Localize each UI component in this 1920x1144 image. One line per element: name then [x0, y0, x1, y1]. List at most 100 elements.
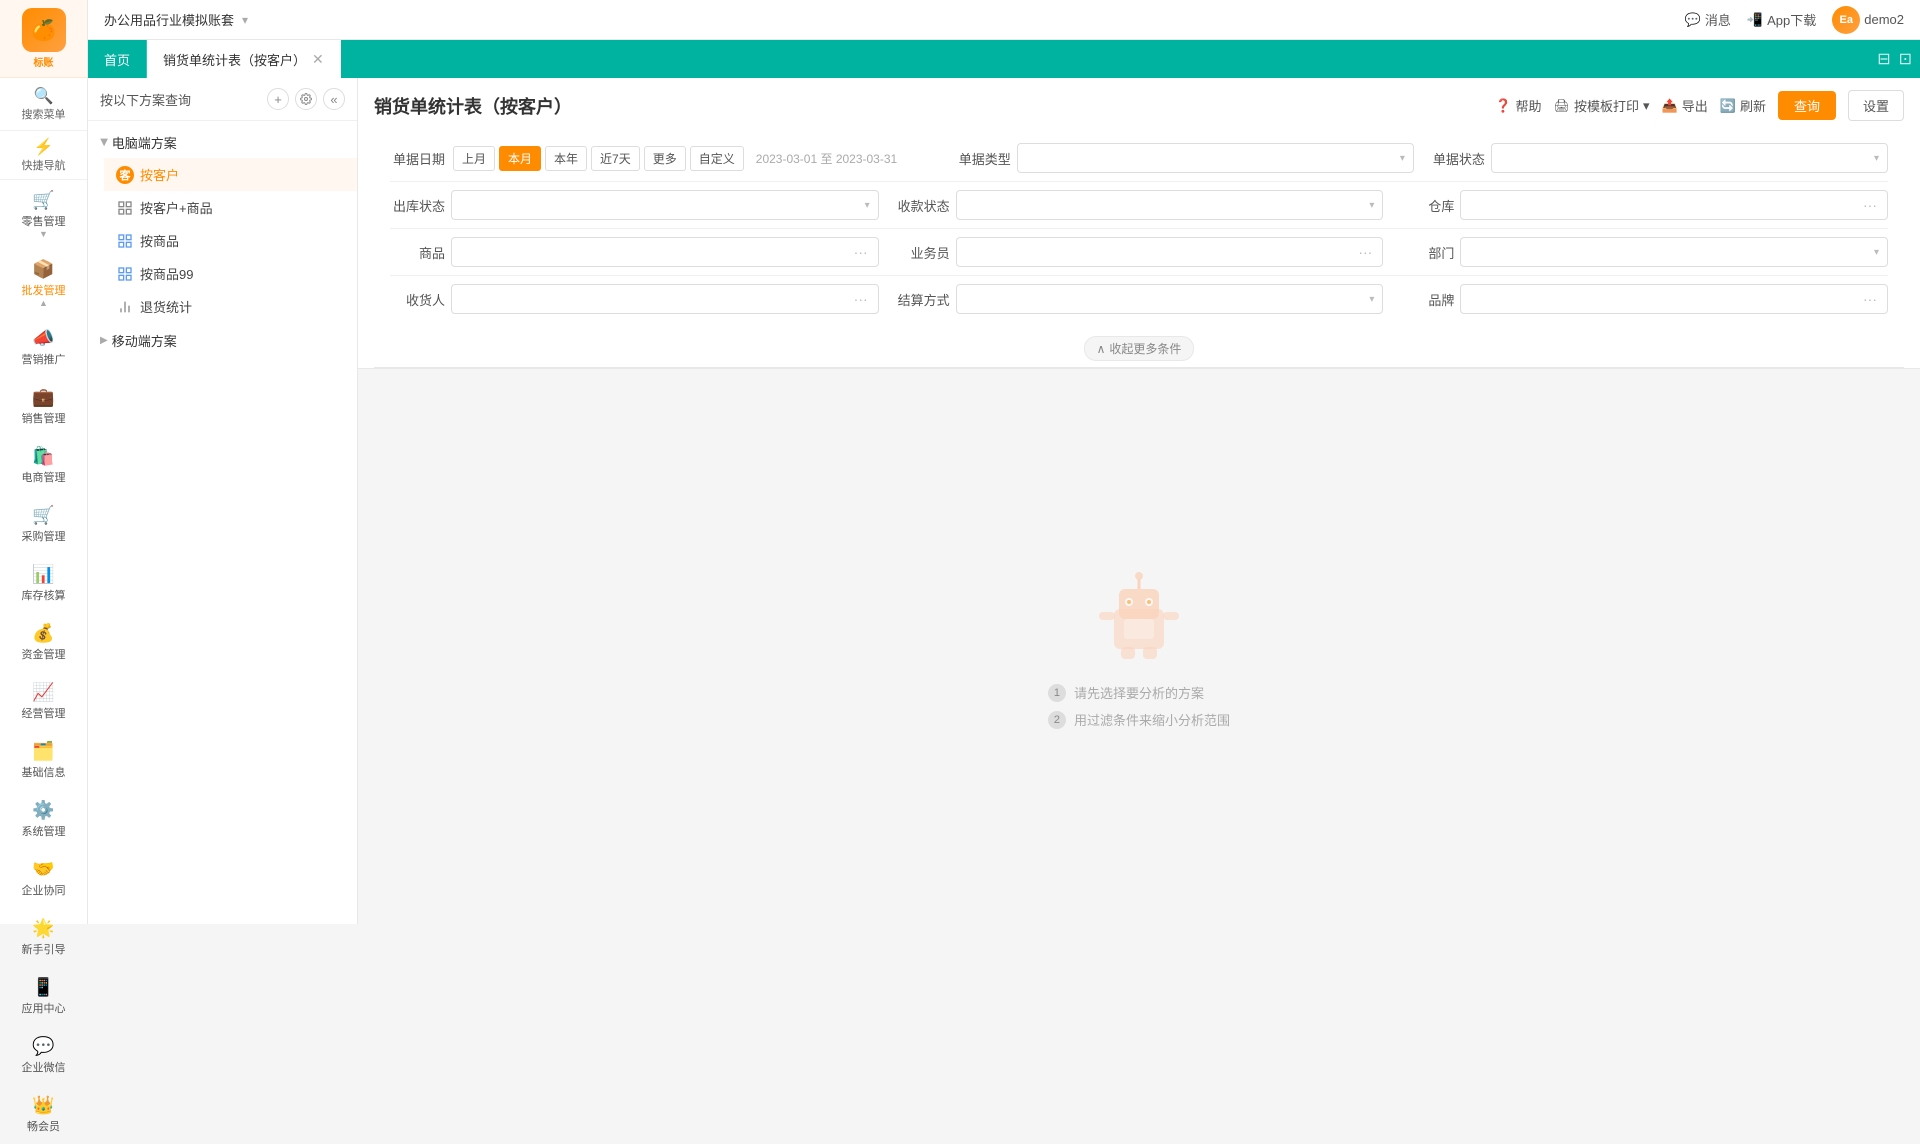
sidebar-item-wechat[interactable]: 💬 企业微信	[0, 1026, 87, 1085]
department-select[interactable]: ▾	[1460, 237, 1888, 267]
scheme-by-customer[interactable]: 客 按客户	[104, 158, 357, 191]
sidebar-item-purchase[interactable]: 🛒 采购管理	[0, 495, 87, 554]
brand-input[interactable]: ···	[1460, 284, 1888, 314]
sidebar-search[interactable]: 🔍 搜索菜单	[0, 78, 87, 131]
add-scheme-btn[interactable]: +	[267, 88, 289, 110]
consignee-input[interactable]: ···	[451, 284, 879, 314]
empty-steps: 1 请先选择要分析的方案 2 用过滤条件来缩小分析范围	[1048, 683, 1230, 729]
scheme-by-product99[interactable]: 按商品99	[104, 257, 357, 290]
header-left: 办公用品行业模拟账套 ▾	[104, 10, 248, 29]
left-panel-header: 按以下方案查询 + «	[88, 78, 357, 121]
last7-btn[interactable]: 近7天	[591, 146, 640, 171]
refresh-btn[interactable]: 🔄 刷新	[1720, 96, 1766, 115]
export-btn[interactable]: 📤 导出	[1662, 96, 1708, 115]
tab-sales-stat[interactable]: 销货单统计表（按客户） ✕	[147, 40, 341, 78]
out-status-select[interactable]: ▾	[451, 190, 879, 220]
sidebar-item-sales[interactable]: 💼 销售管理	[0, 377, 87, 436]
doc-status-select[interactable]: ▾	[1491, 143, 1888, 173]
consignee-dots-icon[interactable]: ···	[852, 291, 870, 307]
appcenter-icon: 📱	[32, 977, 54, 998]
print-icon: 🖨	[1554, 98, 1571, 114]
logo-icon: 🍊	[22, 8, 66, 52]
this-month-btn[interactable]: 本月	[499, 146, 541, 171]
tab-bar: 首页 销货单统计表（按客户） ✕ ⊟ ⊡	[88, 40, 1920, 78]
collapse-panel-btn[interactable]: «	[323, 88, 345, 110]
receipt-status-select[interactable]: ▾	[956, 190, 1384, 220]
settings-btn[interactable]: 设置	[1848, 90, 1904, 121]
left-panel-title: 按以下方案查询	[100, 90, 191, 109]
date-range-display: 2023-03-01 至 2023-03-31	[756, 150, 897, 167]
home-tab-label: 首页	[104, 50, 130, 69]
filter-area: 单据日期 上月 本月 本年 近7天 更多 自定义 2023-03-01 至 20…	[374, 131, 1904, 330]
ecommerce-label: 电商管理	[22, 469, 66, 485]
app-download-btn[interactable]: 📲 App下载	[1747, 10, 1816, 29]
header-dropdown-arrow[interactable]: ▾	[242, 13, 248, 27]
sidebar-item-inventory[interactable]: 📊 库存核算	[0, 554, 87, 613]
help-btn[interactable]: ❓ 帮助	[1495, 96, 1541, 115]
scheme-return-stat[interactable]: 退货统计	[104, 290, 357, 323]
settlement-arrow-icon: ▾	[1369, 294, 1374, 305]
header-right: 💬 消息 📲 App下载 Ea demo2	[1685, 6, 1904, 34]
content-area: 按以下方案查询 + « ▶ 电脑端方案	[88, 78, 1920, 924]
right-main: 销货单统计表（按客户） ❓ 帮助 🖨 按模板打印 ▾ 📤	[358, 78, 1920, 924]
sidebar-item-operations[interactable]: 📈 经营管理	[0, 672, 87, 731]
desktop-scheme-label: 电脑端方案	[112, 133, 177, 152]
tab-minimize-icon[interactable]: ⊟	[1877, 49, 1890, 69]
enterprise-label: 企业协同	[22, 882, 66, 898]
receipt-status-arrow-icon: ▾	[1369, 200, 1374, 211]
product-dots-icon[interactable]: ···	[852, 244, 870, 260]
doc-type-select[interactable]: ▾	[1017, 143, 1414, 173]
sales-stat-tab-label: 销货单统计表（按客户）	[163, 50, 306, 69]
tab-close-btn[interactable]: ✕	[312, 51, 324, 68]
message-btn[interactable]: 💬 消息	[1685, 10, 1731, 29]
user-profile-btn[interactable]: Ea demo2	[1832, 6, 1904, 34]
sidebar-item-appcenter[interactable]: 📱 应用中心	[0, 967, 87, 1026]
sidebar-item-newbie[interactable]: 🌟 新手引导	[0, 908, 87, 967]
salesperson-dots-icon[interactable]: ···	[1356, 244, 1374, 260]
scheme-by-customer-product[interactable]: 按客户+商品	[104, 191, 357, 224]
date-label: 单据日期	[390, 149, 445, 168]
collapse-more-btn[interactable]: ∧ 收起更多条件	[1084, 336, 1195, 361]
brand-dots-icon[interactable]: ···	[1861, 291, 1879, 307]
sidebar-item-enterprise[interactable]: 🤝 企业协同	[0, 849, 87, 908]
appcenter-label: 应用中心	[22, 1000, 66, 1016]
sidebar-item-wholesale[interactable]: 📦 批发管理 ▲	[0, 249, 87, 318]
sidebar-item-vip[interactable]: 👑 畅会员	[0, 1085, 87, 1144]
sidebar-item-finance[interactable]: 💰 资金管理	[0, 613, 87, 672]
edit-scheme-btn[interactable]	[295, 88, 317, 110]
sidebar-item-basic[interactable]: 🗂️ 基础信息	[0, 731, 87, 790]
newbie-icon: 🌟	[32, 918, 54, 939]
this-year-btn[interactable]: 本年	[545, 146, 587, 171]
warehouse-dots-icon[interactable]: ···	[1861, 197, 1879, 213]
sidebar-item-ecommerce[interactable]: 🛍️ 电商管理	[0, 436, 87, 495]
scheme-by-product[interactable]: 按商品	[104, 224, 357, 257]
header-title: 办公用品行业模拟账套	[104, 10, 234, 29]
sidebar-item-retail[interactable]: 🛒 零售管理 ▼	[0, 180, 87, 249]
settlement-select[interactable]: ▾	[956, 284, 1384, 314]
search-icon: 🔍	[34, 86, 54, 106]
mobile-scheme-header[interactable]: ▶ 移动端方案	[88, 325, 357, 356]
last-month-btn[interactable]: 上月	[453, 146, 495, 171]
query-btn[interactable]: 查询	[1778, 91, 1836, 120]
warehouse-label: 仓库	[1399, 196, 1454, 215]
desktop-scheme-header[interactable]: ▶ 电脑端方案	[88, 127, 357, 158]
sidebar-item-marketing[interactable]: 📣 营销推广	[0, 318, 87, 377]
inventory-label: 库存核算	[22, 587, 66, 603]
by-product99-icon	[116, 265, 134, 283]
settlement-label: 结算方式	[895, 290, 950, 309]
purchase-icon: 🛒	[32, 505, 54, 526]
scheme-tree: ▶ 电脑端方案 客 按客户 按客户+商品	[88, 121, 357, 364]
tab-home[interactable]: 首页	[88, 40, 147, 78]
tab-maximize-icon[interactable]: ⊡	[1899, 49, 1912, 69]
custom-btn[interactable]: 自定义	[690, 146, 744, 171]
more-btn[interactable]: 更多	[644, 146, 686, 171]
warehouse-input[interactable]: ···	[1460, 190, 1888, 220]
download-icon: 📲	[1747, 12, 1763, 28]
sidebar-shortcut[interactable]: ⚡ 快捷导航	[0, 131, 87, 180]
print-btn[interactable]: 🖨 按模板打印 ▾	[1554, 96, 1650, 115]
salesperson-input[interactable]: ···	[956, 237, 1384, 267]
salesperson-label: 业务员	[895, 243, 950, 262]
consignee-label: 收货人	[390, 290, 445, 309]
product-input[interactable]: ···	[451, 237, 879, 267]
sidebar-item-system[interactable]: ⚙️ 系统管理	[0, 790, 87, 849]
